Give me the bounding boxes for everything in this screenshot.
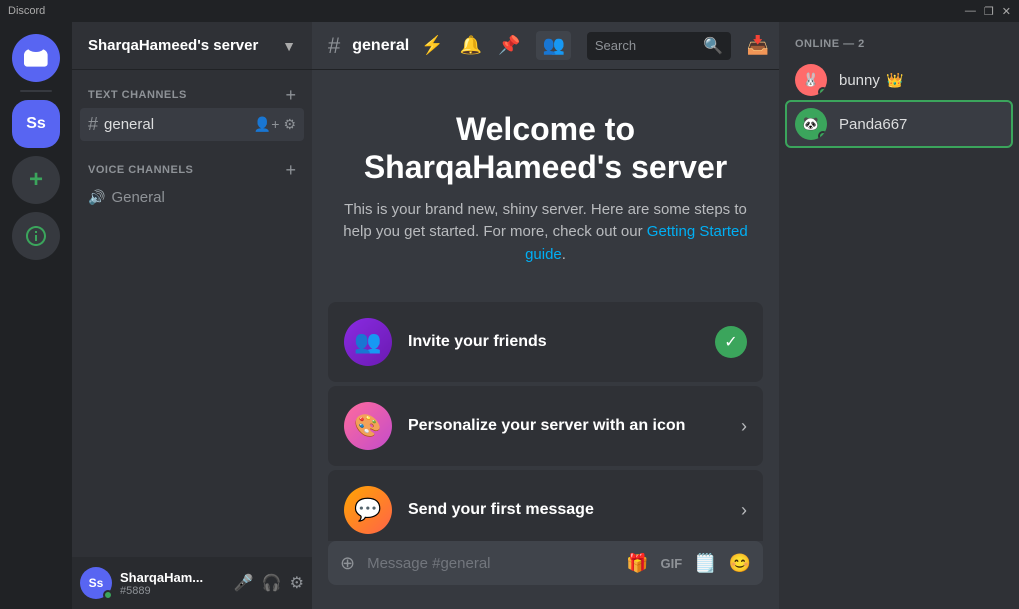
sticker-icon[interactable]: 🗒️	[694, 553, 716, 574]
channel-header: # general ⚡ 🔔 📌 👥 🔍 📥 ❓	[312, 22, 779, 70]
server-header[interactable]: SharqaHameed's server ▼	[72, 22, 312, 70]
channel-action-icons: 👤+ ⚙	[254, 116, 296, 133]
invite-done-checkmark: ✓	[715, 326, 747, 358]
emoji-icon[interactable]: 😊	[729, 553, 751, 574]
titlebar: Discord — ❐ ✕	[0, 0, 1019, 22]
explore-button[interactable]	[12, 212, 60, 260]
add-text-channel-button[interactable]: +	[285, 86, 296, 104]
personalize-card-label: Personalize your server with an icon	[408, 417, 725, 435]
voice-channels-label: VOICE CHANNELS	[88, 164, 193, 176]
checklist-invite[interactable]: 👥 Invite your friends ✓	[328, 302, 763, 382]
member-badge-bunny: 👑	[886, 72, 903, 88]
voice-channels-header: VOICE CHANNELS +	[80, 161, 304, 179]
text-channels-section: TEXT CHANNELS + # general 👤+ ⚙	[72, 70, 312, 145]
titlebar-title: Discord	[8, 5, 45, 17]
user-status-dot	[103, 590, 113, 600]
members-icon[interactable]: 👥	[536, 31, 570, 60]
message-input-box: ⊕ 🎁 GIF 🗒️ 😊	[328, 541, 763, 585]
member-name-panda667: Panda667	[839, 116, 907, 133]
text-channels-label: TEXT CHANNELS	[88, 89, 187, 101]
add-attachment-icon[interactable]: ⊕	[340, 553, 355, 574]
message-card-icon: 💬	[344, 486, 392, 534]
welcome-section: Welcome toSharqaHameed's server This is …	[312, 70, 779, 286]
personalize-chevron-icon: ›	[741, 416, 747, 437]
input-bar: ⊕ 🎁 GIF 🗒️ 😊	[312, 541, 779, 609]
member-status-bunny	[818, 87, 827, 96]
channel-sidebar: SharqaHameed's server ▼ TEXT CHANNELS + …	[72, 22, 312, 609]
member-avatar-bunny: 🐰	[795, 64, 827, 96]
checklist-personalize[interactable]: 🎨 Personalize your server with an icon ›	[328, 386, 763, 466]
search-input[interactable]	[595, 38, 697, 53]
headset-button[interactable]: 🎧	[262, 573, 282, 593]
message-chevron-icon: ›	[741, 500, 747, 521]
notifications-icon[interactable]: 🔔	[460, 35, 482, 56]
user-name: SharqaHam...	[120, 570, 226, 585]
channel-hash-icon: #	[328, 33, 340, 59]
header-icons: ⚡ 🔔 📌 👥 🔍 📥 ❓	[421, 31, 779, 60]
member-avatar-panda667: 🐼	[795, 108, 827, 140]
welcome-title: Welcome toSharqaHameed's server	[328, 110, 763, 187]
checklist: 👥 Invite your friends ✓ 🎨 Personalize yo…	[328, 302, 763, 541]
minimize-button[interactable]: —	[965, 5, 976, 18]
add-voice-channel-button[interactable]: +	[285, 161, 296, 179]
voice-channel-icon: 🔊	[88, 189, 105, 206]
titlebar-controls: — ❐ ✕	[965, 5, 1011, 18]
user-bar: Ss SharqaHam... #5889 🎤 🎧 ⚙	[72, 557, 312, 609]
active-server-icon[interactable]: Ss	[12, 100, 60, 148]
close-button[interactable]: ✕	[1002, 5, 1011, 18]
threads-icon[interactable]: ⚡	[421, 35, 443, 56]
invite-card-icon: 👥	[344, 318, 392, 366]
channel-general-voice[interactable]: 🔊 General	[80, 183, 304, 212]
search-box[interactable]: 🔍	[587, 32, 731, 60]
member-name-bunny: bunny 👑	[839, 72, 903, 89]
user-tag: #5889	[120, 585, 226, 597]
member-panda667[interactable]: 🐼 Panda667	[787, 102, 1011, 146]
gift-icon[interactable]: 🎁	[626, 553, 648, 574]
restore-button[interactable]: ❐	[984, 5, 994, 18]
member-status-panda667	[818, 131, 827, 140]
member-sidebar: ONLINE — 2 🐰 bunny 👑 🐼 Panda667	[779, 22, 1019, 609]
user-info: SharqaHam... #5889	[120, 570, 226, 597]
server-name: SharqaHameed's server	[88, 37, 258, 54]
members-section-label: ONLINE — 2	[787, 38, 1011, 50]
chat-area: Welcome toSharqaHameed's server This is …	[312, 70, 779, 541]
pin-icon[interactable]: 📌	[498, 35, 520, 56]
app: Ss + SharqaHameed's server ▼ TEXT CHANNE…	[0, 22, 1019, 609]
checklist-message[interactable]: 💬 Send your first message ›	[328, 470, 763, 541]
invite-card-label: Invite your friends	[408, 333, 699, 351]
channel-header-name: general	[352, 37, 409, 55]
home-button[interactable]	[12, 34, 60, 82]
main-content: # general ⚡ 🔔 📌 👥 🔍 📥 ❓ Welcome toSharqa…	[312, 22, 779, 609]
search-icon: 🔍	[703, 36, 723, 56]
text-channel-icon: #	[88, 114, 98, 135]
mic-button[interactable]: 🎤	[234, 573, 254, 593]
server-divider	[20, 90, 52, 92]
voice-channels-section: VOICE CHANNELS + 🔊 General	[72, 145, 312, 216]
channel-name-general: general	[104, 116, 248, 133]
member-bunny[interactable]: 🐰 bunny 👑	[787, 58, 1011, 102]
add-server-button[interactable]: +	[12, 156, 60, 204]
welcome-subtitle: This is your brand new, shiny server. He…	[328, 199, 763, 267]
message-card-label: Send your first message	[408, 501, 725, 519]
invite-icon[interactable]: 👤+	[254, 116, 280, 133]
text-channels-header: TEXT CHANNELS +	[80, 86, 304, 104]
chevron-down-icon: ▼	[282, 38, 296, 54]
personalize-card-icon: 🎨	[344, 402, 392, 450]
channel-general[interactable]: # general 👤+ ⚙	[80, 108, 304, 141]
message-input[interactable]	[367, 555, 614, 572]
server-list: Ss +	[0, 22, 72, 609]
gif-icon[interactable]: GIF	[660, 556, 682, 571]
user-settings-button[interactable]: ⚙	[290, 573, 304, 593]
channel-name-general-voice: General	[111, 189, 296, 206]
inbox-icon[interactable]: 📥	[747, 35, 769, 56]
settings-icon[interactable]: ⚙	[283, 116, 296, 133]
user-avatar: Ss	[80, 567, 112, 599]
